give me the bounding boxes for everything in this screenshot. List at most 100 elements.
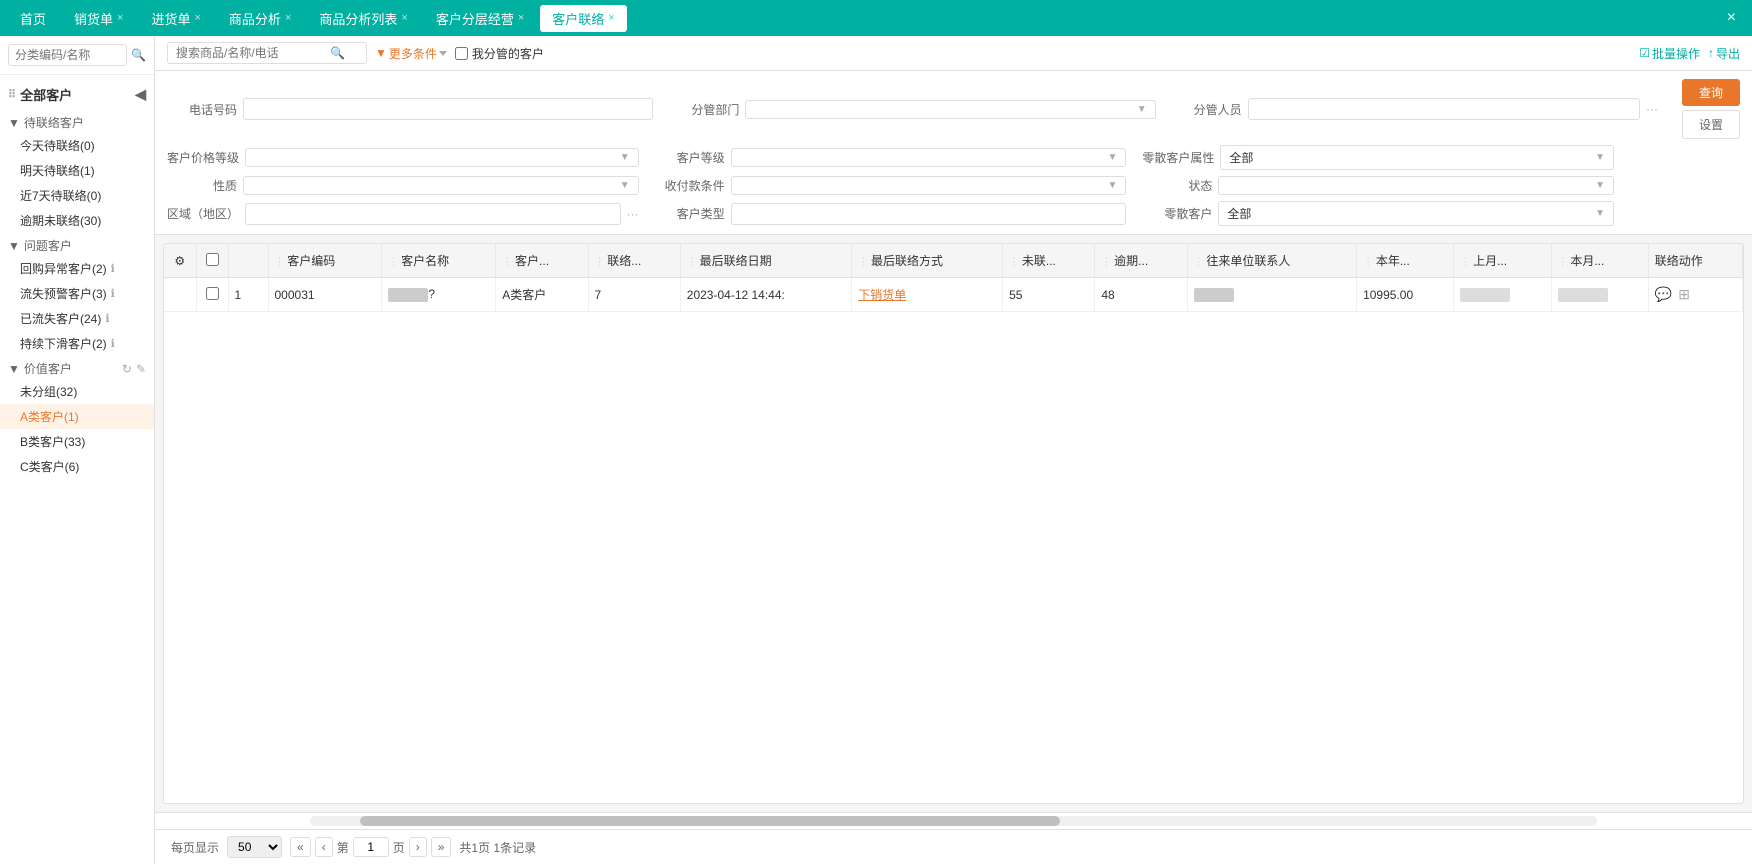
group-arrow-problem[interactable]: ▼ (8, 239, 20, 253)
filter-customer-type-input[interactable] (731, 203, 1127, 225)
sidebar-group-pending: ▼ 待联络客户 (0, 110, 154, 133)
filter-phone-input[interactable] (243, 98, 653, 120)
sidebar-collapse-btn[interactable]: ◀ (135, 86, 146, 103)
filter-customer-level-select[interactable]: ▼ (731, 148, 1127, 167)
col-contact[interactable]: 联络... (588, 244, 680, 278)
filter-row-3: 性质 ▼ 收付款条件 ▼ 状态 (167, 176, 1740, 195)
filter-payment-select[interactable]: ▼ (731, 176, 1127, 195)
prev-page-btn[interactable]: ‹ (315, 837, 333, 857)
nav-customer-contact[interactable]: 客户联络 × (540, 5, 626, 32)
filter-status-select[interactable]: ▼ (1218, 176, 1614, 195)
manager-dots-btn[interactable]: ··· (1646, 102, 1658, 116)
page-size-select[interactable]: 50 10 20 100 (227, 836, 282, 858)
my-customers-filter[interactable]: 我分管的客户 (455, 45, 544, 62)
sidebar-search-input[interactable] (8, 44, 127, 66)
all-customers-section[interactable]: ⠿ 全部客户 ◀ (0, 79, 154, 110)
filter-search-input[interactable] (176, 46, 326, 60)
filter-nature-select[interactable]: ▼ (243, 176, 639, 195)
info-icon-declining[interactable]: ℹ (111, 337, 115, 350)
export-icon: ↑ (1708, 46, 1714, 60)
export-btn[interactable]: ↑ 导出 (1708, 45, 1740, 62)
col-overdue[interactable]: 逾期... (1095, 244, 1187, 278)
sidebar-item-churned[interactable]: 已流失客户(24) ℹ (0, 306, 154, 331)
my-customers-checkbox[interactable] (455, 47, 468, 60)
last-page-btn[interactable]: » (431, 837, 452, 857)
sidebar-item-tomorrow[interactable]: 明天待联络(1) (0, 158, 154, 183)
nav-product-analysis-close[interactable]: × (285, 12, 291, 24)
settings-button[interactable]: 设置 (1682, 110, 1740, 139)
nav-product-analysis-list[interactable]: 商品分析列表 × (307, 5, 419, 32)
col-customer-type[interactable]: 客户... (496, 244, 588, 278)
sidebar-item-b-class[interactable]: B类客户(33) (0, 429, 154, 454)
more-conditions-arrow (439, 51, 447, 56)
filter-more-conditions[interactable]: ▼ 更多条件 (375, 45, 447, 62)
col-this-month[interactable]: 本月... (1551, 244, 1648, 278)
col-last-contact-method[interactable]: 最后联络方式 (852, 244, 1003, 278)
col-company-contact[interactable]: 往来单位联系人 (1187, 244, 1356, 278)
next-page-btn[interactable]: › (409, 837, 427, 857)
row-last-contact-date-cell: 2023-04-12 14:44: (680, 278, 851, 312)
sidebar-item-today[interactable]: 今天待联络(0) (0, 133, 154, 158)
page-number-input[interactable] (353, 837, 389, 857)
col-last-month[interactable]: 上月... (1454, 244, 1551, 278)
horizontal-scrollbar-track[interactable] (310, 816, 1597, 826)
nav-customer-segment-close[interactable]: × (518, 12, 524, 24)
filter-dept-select[interactable]: ▼ (745, 100, 1155, 119)
row-chat-icon[interactable]: 💬 (1655, 286, 1672, 303)
row-last-contact-method-cell[interactable]: 下销货单 (852, 278, 1003, 312)
row-customer-name-cell: ? (382, 278, 496, 312)
nav-customer-segment[interactable]: 客户分层经营 × (424, 5, 536, 32)
nav-sales-order-close[interactable]: × (117, 12, 123, 24)
col-no-contact[interactable]: 未联... (1003, 244, 1095, 278)
info-icon-repurchase[interactable]: ℹ (111, 262, 115, 275)
sidebar-item-unclassified[interactable]: 未分组(32) (0, 379, 154, 404)
group-refresh-icon[interactable]: ↻ (122, 362, 132, 376)
nav-sales-order[interactable]: 销货单 × (62, 5, 135, 32)
sidebar-item-churn-warning[interactable]: 流失预警客户(3) ℹ (0, 281, 154, 306)
info-icon-churned[interactable]: ℹ (105, 312, 109, 325)
filter-region-input[interactable] (245, 203, 621, 225)
batch-operation-btn[interactable]: ☑ 批量操作 (1639, 45, 1700, 62)
filter-retail-attr-select[interactable]: 全部 ▼ (1220, 145, 1614, 170)
nav-purchase-order[interactable]: 进货单 × (139, 5, 212, 32)
table-header-row: ⚙ 客户编码 客户名称 客户... 联络... 最后联络日期 最后联络方式 未联… (164, 244, 1743, 278)
col-this-year[interactable]: 本年... (1357, 244, 1454, 278)
col-checkbox[interactable] (196, 244, 228, 278)
row-qr-icon[interactable]: ⊞ (1678, 286, 1690, 303)
sidebar-item-c-class[interactable]: C类客户(6) (0, 454, 154, 479)
group-arrow-pending[interactable]: ▼ (8, 116, 20, 130)
filter-manager-input[interactable] (1248, 98, 1640, 120)
filter-price-level-select[interactable]: ▼ (245, 148, 639, 167)
group-arrow-value[interactable]: ▼ (8, 362, 20, 376)
col-settings[interactable]: ⚙ (164, 244, 196, 278)
sidebar-search-icon[interactable]: 🔍 (131, 48, 146, 62)
info-icon-churn-warning[interactable]: ℹ (111, 287, 115, 300)
row-checkbox[interactable] (206, 287, 219, 300)
row-checkbox-cell[interactable] (196, 278, 228, 312)
nav-customer-contact-close[interactable]: × (608, 12, 614, 24)
region-dots-btn[interactable]: ··· (627, 207, 639, 221)
col-customer-name[interactable]: 客户名称 (382, 244, 496, 278)
nav-home[interactable]: 首页 (8, 5, 58, 32)
filter-search-icon[interactable]: 🔍 (330, 46, 345, 60)
filter-retail-select[interactable]: 全部 ▼ (1218, 201, 1614, 226)
select-all-checkbox[interactable] (206, 253, 219, 266)
col-last-contact-date[interactable]: 最后联络日期 (680, 244, 851, 278)
sidebar-item-overdue[interactable]: 逾期未联络(30) (0, 208, 154, 233)
group-edit-icon[interactable]: ✎ (136, 362, 146, 376)
nav-product-analysis[interactable]: 商品分析 × (217, 5, 303, 32)
close-all-btn[interactable]: × (1719, 5, 1744, 31)
sidebar-content: ⠿ 全部客户 ◀ ▼ 待联络客户 今天待联络(0) 明天待联络(1) 近7天待联… (0, 75, 154, 864)
horizontal-scrollbar-thumb[interactable] (360, 816, 1060, 826)
nav-product-analysis-list-close[interactable]: × (401, 12, 407, 24)
filter-retail-attr: 零散客户属性 全部 ▼ (1142, 145, 1614, 170)
first-page-btn[interactable]: « (290, 837, 311, 857)
last-contact-method-link[interactable]: 下销货单 (858, 288, 906, 302)
sidebar-item-repurchase-abnormal[interactable]: 回购异常客户(2) ℹ (0, 256, 154, 281)
query-button[interactable]: 查询 (1682, 79, 1740, 106)
sidebar-item-a-class[interactable]: A类客户(1) (0, 404, 154, 429)
sidebar-item-declining[interactable]: 持续下滑客户(2) ℹ (0, 331, 154, 356)
sidebar-item-7days[interactable]: 近7天待联络(0) (0, 183, 154, 208)
col-customer-code[interactable]: 客户编码 (268, 244, 382, 278)
nav-purchase-order-close[interactable]: × (194, 12, 200, 24)
